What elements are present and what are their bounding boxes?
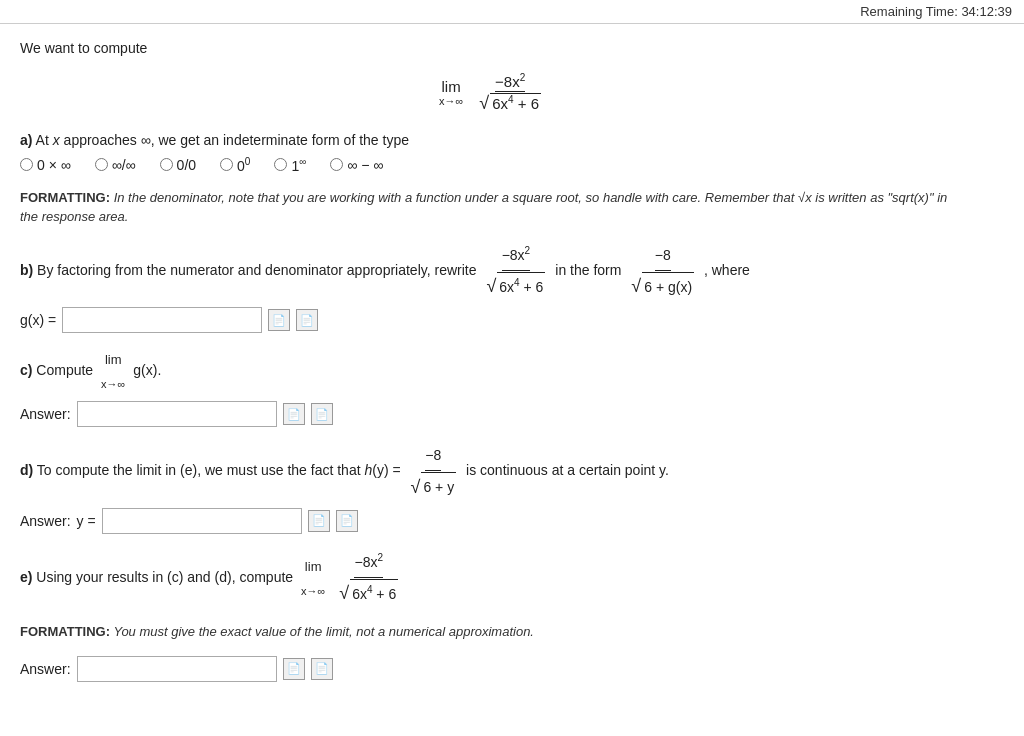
part-d-line: d) To compute the limit in (e), we must …	[20, 441, 960, 502]
part-c-func: g(x).	[133, 362, 161, 378]
part-e-frac: −8x2 √ 6x4 + 6	[339, 548, 398, 609]
part-a-label: a)	[20, 132, 32, 148]
part-d-answer-label: Answer:	[20, 513, 71, 529]
radio-item-1-inf[interactable]: 1∞	[274, 156, 306, 174]
main-frac: −8x2 √ 6x4 + 6	[479, 72, 541, 112]
radio-item-0-power-0[interactable]: 00	[220, 156, 250, 174]
part-b-form-den: √ 6 + g(x)	[631, 271, 694, 302]
radio-item-inf-inf[interactable]: ∞/∞	[95, 157, 136, 173]
radio-0x-inf[interactable]	[20, 158, 33, 171]
part-c-icon-2[interactable]: 📄	[311, 403, 333, 425]
part-c-icon-1[interactable]: 📄	[283, 403, 305, 425]
radio-item-inf-minus-inf[interactable]: ∞ − ∞	[330, 157, 383, 173]
main-frac-num: −8x2	[495, 72, 525, 92]
formatting-note-1: FORMATTING: In the denominator, note tha…	[20, 188, 960, 227]
part-b-section: b) By factoring from the numerator and d…	[20, 241, 960, 334]
gx-label: g(x) =	[20, 312, 56, 328]
gx-icon-2[interactable]: 📄	[296, 309, 318, 331]
radio-item-0-0[interactable]: 0/0	[160, 157, 196, 173]
part-d-text-before: To compute the limit in (e), we must use…	[37, 462, 365, 478]
part-d-icon-2[interactable]: 📄	[336, 510, 358, 532]
part-c-section: c) Compute lim x→∞ g(x). Answer: 📄 📄	[20, 347, 960, 427]
answer-e-icon-2[interactable]: 📄	[311, 658, 333, 680]
lim-block: lim x→∞	[439, 78, 463, 107]
formatting-text-2: You must give the exact value of the lim…	[113, 624, 534, 639]
part-a-text: At x approaches ∞, we get an indetermina…	[36, 132, 409, 148]
part-d-y-label: y =	[77, 513, 96, 529]
part-e-lim-block: lim x→∞	[301, 554, 325, 602]
part-d-icon-1[interactable]: 📄	[308, 510, 330, 532]
part-b-text-middle: in the form	[555, 262, 625, 278]
intro-section: We want to compute	[20, 40, 960, 56]
main-limit-expr: lim x→∞ −8x2 √ 6x4 + 6	[439, 72, 541, 112]
part-d-frac: −8 √ 6 + y	[411, 441, 457, 502]
part-b-form-num: −8	[655, 241, 671, 271]
gx-input[interactable]	[62, 307, 262, 333]
sqrt-e: √ 6x4 + 6	[339, 579, 398, 608]
answer-e-row: Answer: 📄 📄	[20, 656, 960, 682]
answer-e-icon-1[interactable]: 📄	[283, 658, 305, 680]
part-c-answer-row: Answer: 📄 📄	[20, 401, 960, 427]
part-c-lim-block: lim x→∞	[101, 347, 125, 395]
answer-e-input[interactable]	[77, 656, 277, 682]
part-d-text-after: is continuous at a certain point y.	[466, 462, 669, 478]
formatting-text-1: In the denominator, note that you are wo…	[20, 190, 947, 225]
top-bar: Remaining Time: 34:12:39	[0, 0, 1024, 24]
sqrt-expr-main: √ 6x4 + 6	[479, 93, 541, 112]
part-b-line: b) By factoring from the numerator and d…	[20, 241, 960, 302]
part-e-section: e) Using your results in (c) and (d), co…	[20, 548, 960, 609]
part-d-input[interactable]	[102, 508, 302, 534]
sqrt-d: √ 6 + y	[411, 472, 457, 501]
main-content: We want to compute lim x→∞ −8x2 √ 6x4 + …	[0, 24, 980, 704]
remaining-time-label: Remaining Time:	[860, 4, 958, 19]
main-frac-den: √ 6x4 + 6	[479, 92, 541, 112]
lim-label: lim	[442, 78, 461, 95]
part-c-answer-label: Answer:	[20, 406, 71, 422]
radio-item-0x-inf[interactable]: 0 × ∞	[20, 157, 71, 173]
sqrt-b-1: √ 6x4 + 6	[486, 272, 545, 301]
part-c-line: c) Compute lim x→∞ g(x).	[20, 347, 960, 395]
radio-0-power-0[interactable]	[220, 158, 233, 171]
sqrt-content-main: 6x4 + 6	[490, 93, 541, 112]
part-d-frac-den: √ 6 + y	[411, 471, 457, 502]
part-d-answer-row: Answer: y = 📄 📄	[20, 508, 960, 534]
part-e-frac-den: √ 6x4 + 6	[339, 578, 398, 609]
part-b-text-before: By factoring from the numerator and deno…	[37, 262, 480, 278]
part-e-frac-num: −8x2	[354, 548, 383, 578]
part-d-section: d) To compute the limit in (e), we must …	[20, 441, 960, 534]
part-d-hy: h(y) =	[364, 462, 404, 478]
answer-e-label: Answer:	[20, 661, 71, 677]
gx-icon-1[interactable]: 📄	[268, 309, 290, 331]
formatting-label-2: FORMATTING:	[20, 624, 110, 639]
part-e-text: Using your results in (c) and (d), compu…	[36, 569, 297, 585]
part-e-line: e) Using your results in (c) and (d), co…	[20, 548, 960, 609]
remaining-time-value: 34:12:39	[961, 4, 1012, 19]
part-b-frac-num: −8x2	[502, 241, 531, 271]
main-limit-display: lim x→∞ −8x2 √ 6x4 + 6	[20, 72, 960, 112]
part-a-section: a) At x approaches ∞, we get an indeterm…	[20, 132, 960, 174]
part-c-input[interactable]	[77, 401, 277, 427]
radio-inf-minus-inf[interactable]	[330, 158, 343, 171]
part-a-radio-group: 0 × ∞ ∞/∞ 0/0 00 1∞ ∞ − ∞	[20, 156, 960, 174]
part-d-frac-num: −8	[425, 441, 441, 471]
part-c-label: c)	[20, 362, 32, 378]
formatting-note-2: FORMATTING: You must give the exact valu…	[20, 622, 960, 642]
part-d-label: d)	[20, 462, 33, 478]
part-b-frac: −8x2 √ 6x4 + 6	[486, 241, 545, 302]
intro-text: We want to compute	[20, 40, 147, 56]
lim-sub: x→∞	[439, 95, 463, 107]
part-b-text-after: , where	[704, 262, 750, 278]
part-b-form-frac: −8 √ 6 + g(x)	[631, 241, 694, 302]
sqrt-b-2: √ 6 + g(x)	[631, 272, 694, 301]
radio-inf-inf[interactable]	[95, 158, 108, 171]
part-b-answer-row: g(x) = 📄 📄	[20, 307, 960, 333]
formatting-label-1: FORMATTING:	[20, 190, 110, 205]
radio-0-0[interactable]	[160, 158, 173, 171]
part-b-frac-den: √ 6x4 + 6	[486, 271, 545, 302]
part-c-text: Compute	[36, 362, 97, 378]
part-e-label: e)	[20, 569, 32, 585]
part-b-label: b)	[20, 262, 33, 278]
radio-1-inf[interactable]	[274, 158, 287, 171]
